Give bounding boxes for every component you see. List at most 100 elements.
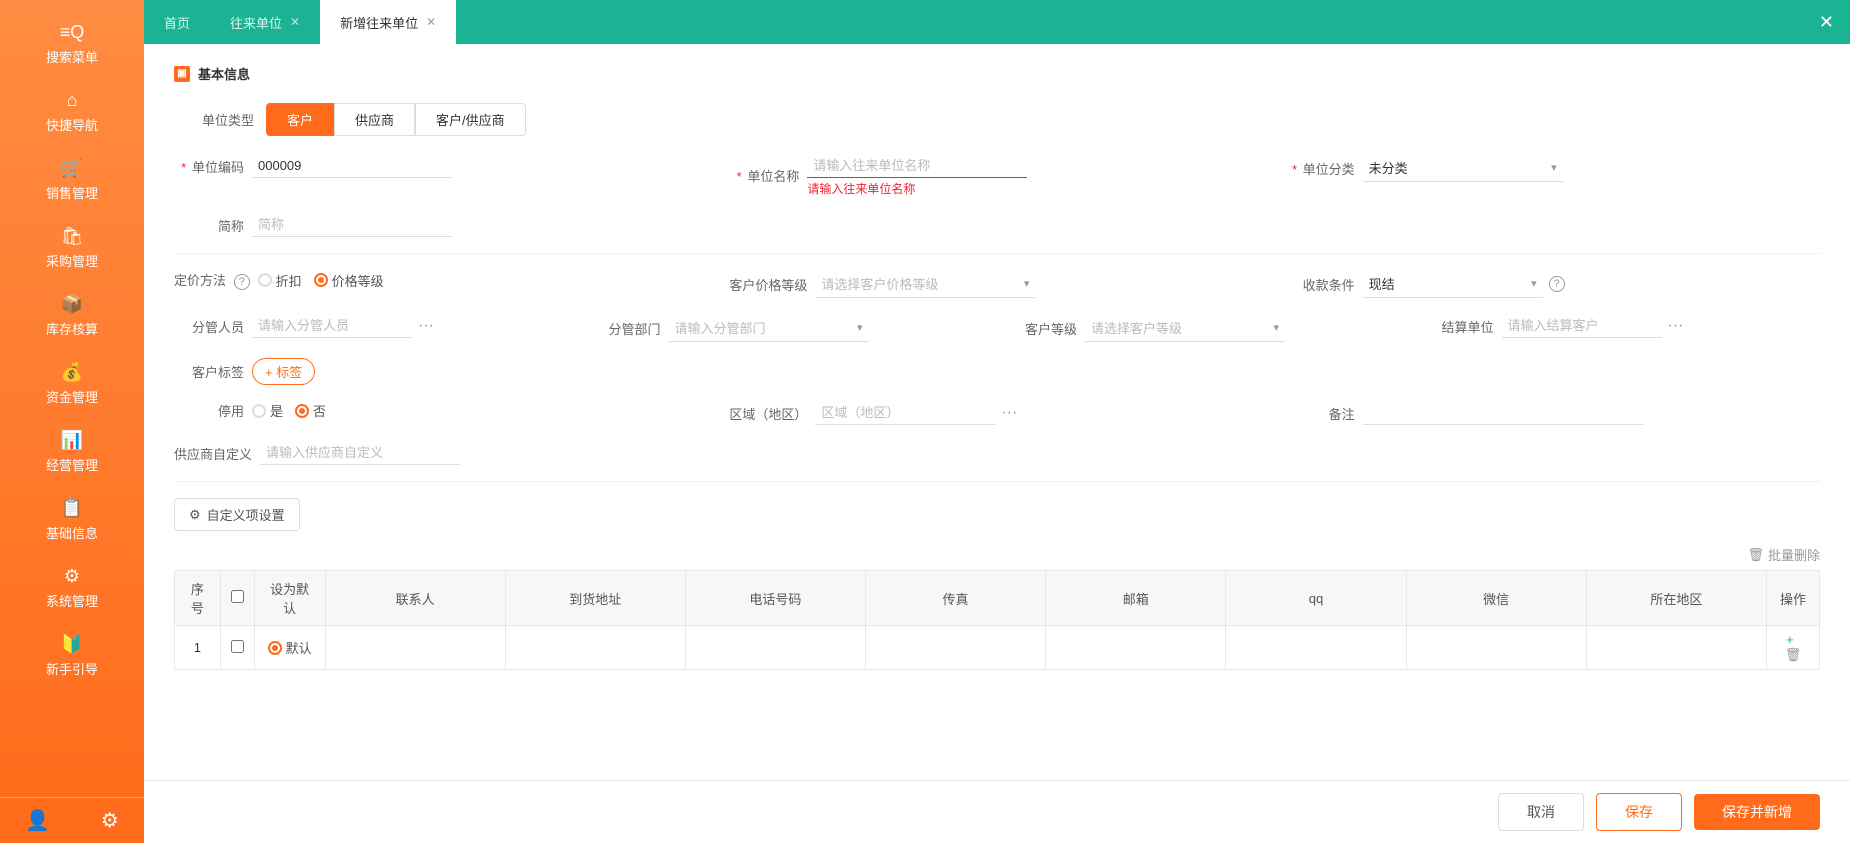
col-default: 设为默认 <box>254 571 325 626</box>
radio-price-level-circle <box>314 273 328 287</box>
add-row-icon[interactable]: + <box>1786 632 1794 647</box>
department-label: 分管部门 <box>591 319 661 338</box>
row-region[interactable] <box>1586 626 1766 670</box>
form-row-misc: 停用 是 否 区域（地区） ··· <box>174 401 1820 425</box>
unit-code-input[interactable] <box>252 154 452 178</box>
user-icon[interactable]: 👤 <box>25 808 50 833</box>
section-header: ▣ 基本信息 <box>174 64 1820 83</box>
pricing-help-icon[interactable]: ? <box>234 274 250 290</box>
department-select[interactable]: 请输入分管部门 ▾ <box>669 314 869 342</box>
unit-type-label: 单位类型 <box>174 110 254 129</box>
tags-label: 客户标签 <box>174 362 244 381</box>
customer-price-label: 客户价格等级 <box>729 275 807 294</box>
save-button[interactable]: 保存 <box>1596 793 1682 831</box>
manager-more-icon[interactable]: ··· <box>418 317 434 335</box>
customer-price-select[interactable]: 请选择客户价格等级 ▾ <box>815 270 1035 298</box>
form-content: ▣ 基本信息 单位类型 客户 供应商 客户/供应商 * 单位编码 * 单位名称 <box>144 44 1850 780</box>
sidebar-item-quicknav[interactable]: ⌂ 快捷导航 <box>0 78 144 146</box>
field-payment-terms: 收款条件 现结 ▾ ? <box>1285 270 1820 298</box>
batch-delete-label[interactable]: 批量删除 <box>1768 545 1820 564</box>
row-checkbox[interactable] <box>231 640 244 653</box>
tab-partner-close[interactable]: ✕ <box>290 15 300 29</box>
save-new-button[interactable]: 保存并新增 <box>1694 794 1820 830</box>
note-input[interactable] <box>1363 401 1643 425</box>
field-customer-level: 客户等级 请选择客户等级 ▾ <box>1007 314 1424 342</box>
row-qq[interactable] <box>1226 626 1406 670</box>
sidebar-item-purchase[interactable]: 🛍 采购管理 <box>0 214 144 282</box>
inventory-icon: 📦 <box>61 294 83 315</box>
purchase-icon: 🛍 <box>61 226 84 247</box>
sidebar-item-inventory[interactable]: 📦 库存核算 <box>0 282 144 350</box>
unit-type-supplier[interactable]: 供应商 <box>334 103 415 136</box>
row-actions: + 🗑 <box>1766 626 1819 670</box>
sidebar-item-basicinfo[interactable]: 📋 基础信息 <box>0 486 144 554</box>
customer-level-label: 客户等级 <box>1007 319 1077 338</box>
customer-price-chevron: ▾ <box>1024 277 1030 290</box>
row-contact[interactable] <box>325 626 505 670</box>
sidebar-item-finance[interactable]: 💰 资金管理 <box>0 350 144 418</box>
sidebar-item-guide[interactable]: 🔰 新手引导 <box>0 622 144 690</box>
radio-discount[interactable]: 折扣 <box>258 271 302 290</box>
col-contact: 联系人 <box>325 571 505 626</box>
unit-type-both[interactable]: 客户/供应商 <box>415 103 526 136</box>
unit-type-row: 单位类型 客户 供应商 客户/供应商 <box>174 103 1820 136</box>
shortname-label: 简称 <box>174 216 244 235</box>
customer-level-select[interactable]: 请选择客户等级 ▾ <box>1085 314 1285 342</box>
trash-icon: 🗑 <box>1747 547 1764 563</box>
tab-bar: 首页 往来单位 ✕ 新增往来单位 ✕ ✕ <box>144 0 1850 44</box>
field-department: 分管部门 请输入分管部门 ▾ <box>591 314 1008 342</box>
field-manager: 分管人员 ··· <box>174 314 591 338</box>
finance-icon: 💰 <box>61 362 83 383</box>
supplier-custom-input[interactable] <box>260 441 460 465</box>
form-row-management: 分管人员 ··· 分管部门 请输入分管部门 ▾ 客户等级 请选择客户等级 ▾ 结… <box>174 314 1820 342</box>
settings-bottom-icon[interactable]: ⚙ <box>101 808 119 833</box>
row-fax[interactable] <box>865 626 1045 670</box>
custom-settings-button[interactable]: ⚙ 自定义项设置 <box>174 498 300 531</box>
row-email[interactable] <box>1046 626 1226 670</box>
shortname-input[interactable] <box>252 213 452 237</box>
sidebar-item-operations[interactable]: 📊 经营管理 <box>0 418 144 486</box>
form-row-supplier-custom: 供应商自定义 <box>174 441 1820 465</box>
sidebar-item-system[interactable]: ⚙ 系统管理 <box>0 554 144 622</box>
region-label: 区域（地区） <box>729 404 807 423</box>
unit-category-select[interactable]: 未分类 ▾ <box>1363 154 1563 182</box>
search-icon: ≡Q <box>60 22 85 43</box>
unit-category-chevron: ▾ <box>1551 161 1557 174</box>
region-input[interactable] <box>815 401 995 425</box>
radio-price-level[interactable]: 价格等级 <box>314 271 384 290</box>
field-settlement: 结算单位 ··· <box>1424 314 1821 338</box>
tab-home[interactable]: 首页 <box>144 0 210 44</box>
row-wechat[interactable] <box>1406 626 1586 670</box>
region-more-icon[interactable]: ··· <box>1001 404 1017 422</box>
field-unit-category: * 单位分类 未分类 ▾ <box>1285 154 1820 182</box>
window-close-button[interactable]: ✕ <box>1819 12 1834 33</box>
settlement-input[interactable] <box>1502 314 1662 338</box>
tab-new-partner-close[interactable]: ✕ <box>426 15 436 29</box>
department-chevron: ▾ <box>857 321 863 334</box>
sidebar-item-search[interactable]: ≡Q 搜索菜单 <box>0 10 144 78</box>
sidebar-item-sales[interactable]: 🛒 销售管理 <box>0 146 144 214</box>
cancel-button[interactable]: 取消 <box>1498 793 1584 831</box>
supplier-custom-label: 供应商自定义 <box>174 444 252 463</box>
tag-add-button[interactable]: + 标签 <box>252 358 315 385</box>
delete-row-icon[interactable]: 🗑 <box>1785 647 1802 662</box>
manager-input[interactable] <box>252 314 412 338</box>
payment-terms-select[interactable]: 现结 ▾ <box>1363 270 1543 298</box>
payment-terms-label: 收款条件 <box>1285 275 1355 294</box>
tab-new-partner[interactable]: 新增往来单位 ✕ <box>320 0 456 44</box>
settlement-more-icon[interactable]: ··· <box>1668 317 1684 335</box>
tab-partner[interactable]: 往来单位 ✕ <box>210 0 320 44</box>
field-disabled: 停用 是 否 <box>174 401 729 420</box>
row-phone[interactable] <box>685 626 865 670</box>
radio-disabled-yes[interactable]: 是 <box>252 401 283 420</box>
radio-disabled-no[interactable]: 否 <box>295 401 326 420</box>
sales-icon: 🛒 <box>61 158 83 179</box>
select-all-checkbox[interactable] <box>231 590 244 603</box>
pricing-method-label: 定价方法 ? <box>174 270 250 290</box>
settlement-label: 结算单位 <box>1424 317 1494 336</box>
unit-name-input[interactable] <box>807 154 1027 178</box>
payment-terms-help-icon[interactable]: ? <box>1549 276 1565 292</box>
row-address[interactable] <box>505 626 685 670</box>
unit-type-customer[interactable]: 客户 <box>266 103 334 136</box>
manager-label: 分管人员 <box>174 317 244 336</box>
